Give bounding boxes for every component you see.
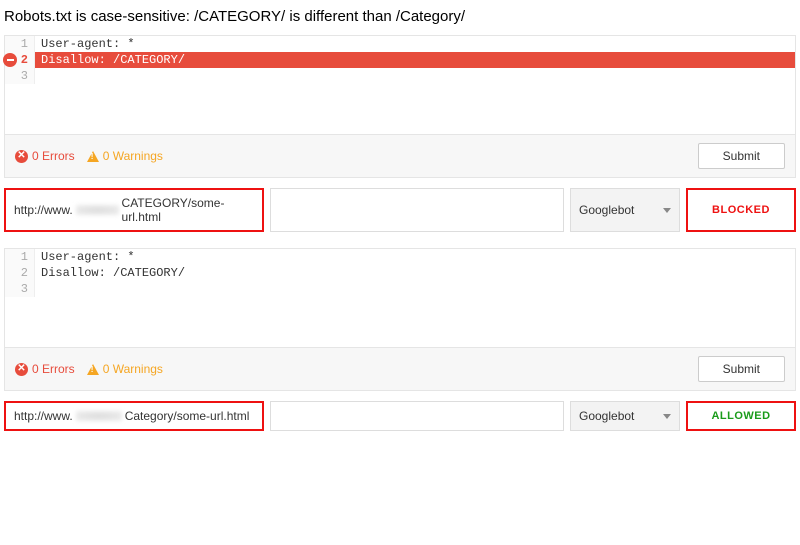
- line-number: 2: [5, 265, 35, 281]
- url-blur: [76, 205, 119, 215]
- warnings-indicator: 0 Warnings: [87, 149, 163, 163]
- url-suffix: Category/some-url.html: [125, 409, 250, 423]
- line-number: 3: [5, 281, 35, 297]
- url-blur: [76, 411, 122, 421]
- stop-icon: [3, 53, 17, 67]
- errors-indicator: ✕ 0 Errors: [15, 362, 75, 376]
- line-text: Disallow: /CATEGORY/: [35, 52, 795, 68]
- chevron-down-icon: [663, 208, 671, 213]
- page-title: Robots.txt is case-sensitive: /CATEGORY/…: [0, 0, 800, 35]
- bot-label: Googlebot: [579, 409, 634, 423]
- robots-editor-2[interactable]: 1User-agent: *2Disallow: /CATEGORY/3: [5, 249, 795, 347]
- editor-line: 1User-agent: *: [5, 36, 795, 52]
- url-input-1[interactable]: http://www. CATEGORY/some-url.html: [4, 188, 264, 232]
- bot-select-2[interactable]: Googlebot: [570, 401, 680, 431]
- bot-select-1[interactable]: Googlebot: [570, 188, 680, 232]
- robots-panel-2: 1User-agent: *2Disallow: /CATEGORY/3 ✕ 0…: [4, 248, 796, 391]
- warning-icon: [87, 364, 99, 375]
- status-bar-1: ✕ 0 Errors 0 Warnings Submit: [5, 134, 795, 177]
- errors-text: 0 Errors: [32, 149, 75, 163]
- robots-panel-1: 1User-agent: *2Disallow: /CATEGORY/3 ✕ 0…: [4, 35, 796, 178]
- line-text: [35, 68, 795, 84]
- line-text: User-agent: *: [35, 249, 795, 265]
- line-text: User-agent: *: [35, 36, 795, 52]
- url-extra-field-1[interactable]: [270, 188, 564, 232]
- warning-icon: [87, 151, 99, 162]
- url-extra-field-2[interactable]: [270, 401, 564, 431]
- editor-line: 3: [5, 68, 795, 84]
- line-number: 2: [5, 52, 35, 68]
- errors-text: 0 Errors: [32, 362, 75, 376]
- result-box-2: ALLOWED: [686, 401, 796, 431]
- url-prefix: http://www.: [14, 203, 73, 217]
- warnings-indicator: 0 Warnings: [87, 362, 163, 376]
- bot-label: Googlebot: [579, 203, 634, 217]
- editor-line: 2Disallow: /CATEGORY/: [5, 265, 795, 281]
- line-number: 1: [5, 36, 35, 52]
- submit-button-1[interactable]: Submit: [698, 143, 785, 169]
- robots-editor-1[interactable]: 1User-agent: *2Disallow: /CATEGORY/3: [5, 36, 795, 134]
- line-text: Disallow: /CATEGORY/: [35, 265, 795, 281]
- url-input-2[interactable]: http://www. Category/some-url.html: [4, 401, 264, 431]
- error-icon: ✕: [15, 363, 28, 376]
- line-text: [35, 281, 795, 297]
- editor-line: 3: [5, 281, 795, 297]
- error-icon: ✕: [15, 150, 28, 163]
- line-number: 3: [5, 68, 35, 84]
- chevron-down-icon: [663, 414, 671, 419]
- editor-line: 2Disallow: /CATEGORY/: [5, 52, 795, 68]
- warnings-text: 0 Warnings: [103, 362, 163, 376]
- errors-indicator: ✕ 0 Errors: [15, 149, 75, 163]
- result-box-1: BLOCKED: [686, 188, 796, 232]
- test-row-2: http://www. Category/some-url.html Googl…: [4, 401, 796, 431]
- line-number: 1: [5, 249, 35, 265]
- editor-line: 1User-agent: *: [5, 249, 795, 265]
- url-suffix: CATEGORY/some-url.html: [122, 196, 254, 224]
- status-bar-2: ✕ 0 Errors 0 Warnings Submit: [5, 347, 795, 390]
- test-row-1: http://www. CATEGORY/some-url.html Googl…: [4, 188, 796, 232]
- submit-button-2[interactable]: Submit: [698, 356, 785, 382]
- url-prefix: http://www.: [14, 409, 73, 423]
- warnings-text: 0 Warnings: [103, 149, 163, 163]
